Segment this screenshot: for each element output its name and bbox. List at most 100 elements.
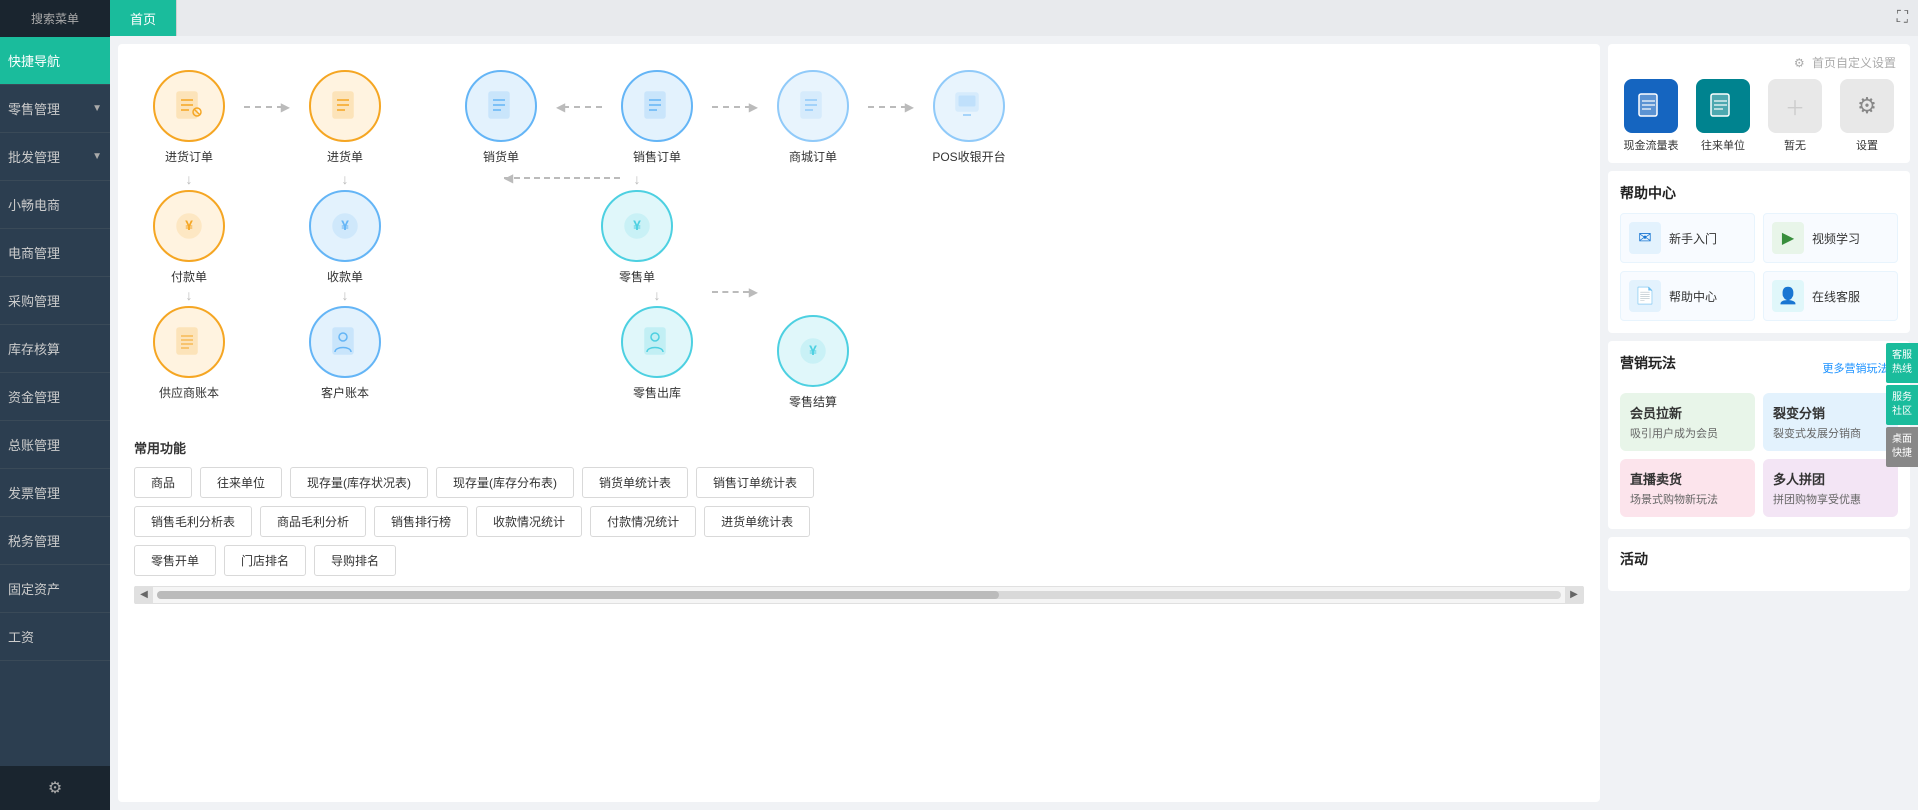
sidebar-item-zhongzhang[interactable]: 总账管理 [0,421,110,469]
flow-label-xiaoshoudd: 销售订单 [633,148,681,165]
help-item-newbie[interactable]: ✉ 新手入门 [1620,213,1755,263]
sidebar-item-label: 税务管理 [8,531,60,550]
marketing-item-zhibo[interactable]: 直播卖货 场景式购物新玩法 [1620,459,1755,517]
sidebar-item-label: 批发管理 [8,147,60,166]
sidebar-item-zijin[interactable]: 资金管理 [0,373,110,421]
flow-label-kehuzb: 客户账本 [321,384,369,401]
circle-kehuzb[interactable] [309,306,381,378]
help-label-online: 在线客服 [1812,288,1860,305]
flow-node-xiaohuo[interactable]: 销货单 [446,70,556,165]
marketing-title-zhibo: 直播卖货 [1630,469,1745,488]
common-btn-shangpin[interactable]: 商品 [134,467,192,498]
circle-lingsouchu[interactable] [621,306,693,378]
circle-lingsoujs[interactable]: ¥ [777,315,849,387]
sidebar-item-kucun[interactable]: 库存核算 [0,325,110,373]
svg-text:¥: ¥ [633,217,641,233]
common-btn-fktj[interactable]: 付款情况统计 [590,506,696,537]
float-btn-shequ[interactable]: 服务社区 [1886,385,1918,425]
scroll-thumb[interactable] [157,591,999,599]
flow-node-jinhuodd[interactable]: 进货订单 [134,70,244,165]
common-btn-xcl2[interactable]: 现存量(库存分布表) [436,467,574,498]
sidebar-item-xiaochang[interactable]: 小畅电商 [0,181,110,229]
marketing-item-liebian[interactable]: 裂变分销 裂变式发展分销商 [1763,393,1898,451]
scroll-right-arrow[interactable]: ▶ [1565,586,1583,604]
float-btn-zhuomian[interactable]: 桌面快捷 [1886,427,1918,467]
activity-title: 活动 [1620,549,1898,569]
marketing-grid: 会员拉新 吸引用户成为会员 裂变分销 裂变式发展分销商 直播卖货 场景式购物新玩… [1620,393,1898,517]
marketing-header: 营销玩法 更多营销玩法 > [1620,353,1898,383]
common-btn-sktj[interactable]: 收款情况统计 [476,506,582,537]
common-btn-dgpm[interactable]: 导购排名 [314,545,396,576]
flow-node-shangcheng[interactable]: 商城订单 [758,70,868,165]
common-btn-jhtj[interactable]: 进货单统计表 [704,506,810,537]
flow-label-pos: POS收银开台 [932,148,1005,165]
sidebar-item-label: 快捷导航 [8,51,60,70]
tab-home[interactable]: 首页 [110,0,177,36]
scroll-left-arrow[interactable]: ◀ [135,586,153,604]
sidebar-item-fapiao[interactable]: 发票管理 [0,469,110,517]
quick-icon-jlb[interactable]: 现金流量表 [1618,79,1684,153]
sidebar: 搜索菜单 快捷导航 零售管理 ▼ 批发管理 ▼ 小畅电商 电商管理 采购管理 库… [0,0,110,810]
float-btn-kefu[interactable]: 客服热线 [1886,343,1918,383]
sidebar-item-dianshangg[interactable]: 电商管理 [0,229,110,277]
sidebar-item-pifa[interactable]: 批发管理 ▼ [0,133,110,181]
common-buttons-row3: 零售开单 门店排名 导购排名 [134,545,1584,576]
circle-lingsoud[interactable]: ¥ [601,190,673,262]
flow-node-jinhuo[interactable]: 进货单 [290,70,400,165]
common-btn-wldw[interactable]: 往来单位 [200,467,282,498]
quick-icon-label-jlb: 现金流量表 [1624,137,1679,153]
float-buttons: 客服热线 服务社区 桌面快捷 [1886,343,1918,467]
flow-node-xiaoshoudd[interactable]: 销售订单 [602,70,712,165]
sidebar-item-label: 固定资产 [8,579,60,598]
common-btn-xsddtj[interactable]: 销售订单统计表 [696,467,814,498]
quick-icon-box-wldy [1696,79,1750,133]
help-icon-help: 📄 [1629,280,1661,312]
circle-pos [933,70,1005,142]
help-icon-newbie: ✉ [1629,222,1661,254]
arrow-down-4: ↓ [186,287,193,304]
quick-icon-wldy[interactable]: 往来单位 [1690,79,1756,153]
quick-icon-label-settings: 设置 [1856,137,1878,153]
marketing-desc-zhibo: 场景式购物新玩法 [1630,491,1745,507]
common-buttons-row2: 销售毛利分析表 商品毛利分析 销售排行榜 收款情况统计 付款情况统计 进货单统计… [134,506,1584,537]
marketing-item-pintuan[interactable]: 多人拼团 拼团购物享受优惠 [1763,459,1898,517]
common-btn-xsphb[interactable]: 销售排行榜 [374,506,468,537]
common-btn-spmlfx[interactable]: 商品毛利分析 [260,506,366,537]
quick-icon-settings[interactable]: ⚙ 设置 [1834,79,1900,153]
sidebar-item-lingshou[interactable]: 零售管理 ▼ [0,85,110,133]
sidebar-item-caigou[interactable]: 采购管理 [0,277,110,325]
horizontal-scrollbar[interactable]: ◀ ▶ [134,586,1584,604]
flow-node-pos[interactable]: POS收银开台 [914,70,1024,165]
activity-section: 活动 [1608,537,1910,591]
sidebar-search[interactable]: 搜索菜单 [0,0,110,37]
sidebar-item-gongzi[interactable]: 工资 [0,613,110,661]
common-btn-mdpm[interactable]: 门店排名 [224,545,306,576]
sidebar-item-kuaijie[interactable]: 快捷导航 [0,37,110,85]
circle-gongyingshang[interactable] [153,306,225,378]
quick-icon-zanwu[interactable]: ＋ 暂无 [1762,79,1828,153]
common-btn-xhtj[interactable]: 销货单统计表 [582,467,688,498]
common-btn-lskd[interactable]: 零售开单 [134,545,216,576]
marketing-section: 营销玩法 更多营销玩法 > 会员拉新 吸引用户成为会员 裂变分销 裂变式发展分销… [1608,341,1910,529]
gear-icon[interactable]: ⚙ [48,778,62,798]
arrow-down-1: ↓ [186,171,193,188]
help-item-help[interactable]: 📄 帮助中心 [1620,271,1755,321]
help-item-online[interactable]: 👤 在线客服 [1763,271,1898,321]
circle-fukuan[interactable]: ¥ [153,190,225,262]
sidebar-bottom: ⚙ [0,766,110,810]
help-item-video[interactable]: ▶ 视频学习 [1763,213,1898,263]
sidebar-item-guding[interactable]: 固定资产 [0,565,110,613]
marketing-item-huiyuan[interactable]: 会员拉新 吸引用户成为会员 [1620,393,1755,451]
fullscreen-icon[interactable]: ⛶ [1887,0,1918,36]
flow-label-lingsouchu: 零售出库 [633,384,681,401]
common-btn-xcl1[interactable]: 现存量(库存状况表) [290,467,428,498]
circle-shoukuan[interactable]: ¥ [309,190,381,262]
center-panel: 进货订单 ▶ [118,44,1600,802]
help-label-help: 帮助中心 [1669,288,1717,305]
common-btn-xsmlfx[interactable]: 销售毛利分析表 [134,506,252,537]
quick-nav-section: ⚙ 首页自定义设置 [1608,44,1910,163]
homepage-settings-link[interactable]: ⚙ 首页自定义设置 [1618,54,1900,71]
sidebar-item-shuiwu[interactable]: 税务管理 [0,517,110,565]
scroll-track[interactable] [157,591,1561,599]
marketing-title-liebian: 裂变分销 [1773,403,1888,422]
